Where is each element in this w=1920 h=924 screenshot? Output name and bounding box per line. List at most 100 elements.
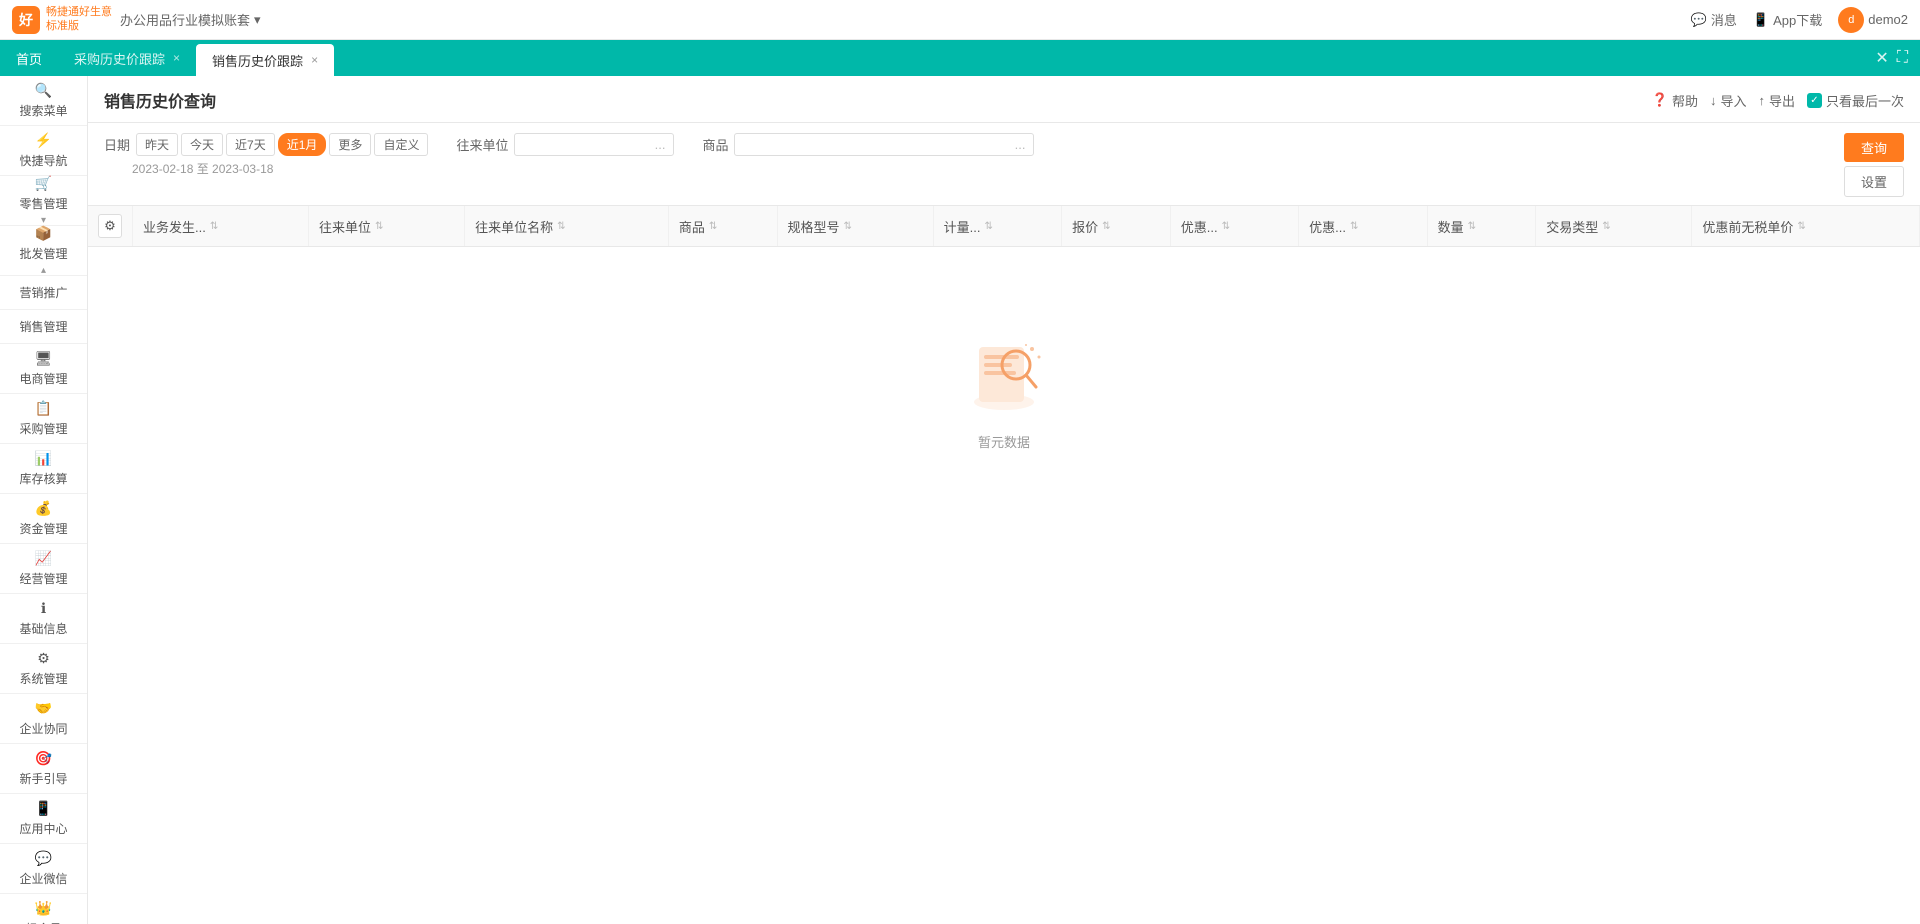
chevron-up-icon: ▴ xyxy=(41,265,46,276)
import-button[interactable]: ↓ 导入 xyxy=(1710,91,1747,110)
source-input[interactable]: ... xyxy=(514,133,674,156)
export-button[interactable]: ↑ 导出 xyxy=(1758,91,1795,110)
date-btn-more[interactable]: 更多 xyxy=(329,133,371,156)
filter-product-group: 商品 ... xyxy=(702,133,1034,156)
sidebar-item-sales[interactable]: 销售管理 xyxy=(0,310,87,344)
retail-icon: 🛒 xyxy=(35,175,52,192)
sort-icon-product[interactable]: ⇅ xyxy=(709,221,717,232)
tab-purchase-history[interactable]: 采购历史价跟踪 × xyxy=(58,40,196,76)
sort-icon-price[interactable]: ⇅ xyxy=(1102,221,1110,232)
sidebar-item-enterprise-wechat[interactable]: 💬 企业微信 xyxy=(0,844,87,894)
date-btn-custom[interactable]: 自定义 xyxy=(374,133,428,156)
help-button[interactable]: ❓ 帮助 xyxy=(1652,91,1698,110)
ecommerce-icon: 🖥 xyxy=(35,350,53,367)
th-product: 商品 ⇅ xyxy=(668,206,777,247)
sort-icon-trade-type[interactable]: ⇅ xyxy=(1602,221,1610,232)
only-last-checkbox[interactable]: ✓ 只看最后一次 xyxy=(1807,91,1904,110)
th-pre-tax-price: 优惠前无税单价 ⇅ xyxy=(1692,206,1920,247)
import-icon: ↓ xyxy=(1710,93,1717,108)
page-actions: ❓ 帮助 ↓ 导入 ↑ 导出 ✓ 只看最后一次 xyxy=(1652,91,1904,110)
sort-icon-quantity[interactable]: ⇅ xyxy=(1468,221,1476,232)
sidebar-item-search[interactable]: 🔍 搜索菜单 xyxy=(0,76,87,126)
empty-text: 暂元数据 xyxy=(978,432,1030,451)
tab-home[interactable]: 首页 xyxy=(0,40,58,76)
page-title: 销售历史价查询 xyxy=(104,88,216,112)
sort-icon-discount2[interactable]: ⇅ xyxy=(1350,221,1358,232)
sidebar-item-beginner[interactable]: 🎯 新手引导 xyxy=(0,744,87,794)
date-range-text: 2023-02-18 至 2023-03-18 xyxy=(132,160,273,177)
sidebar-item-basic-info[interactable]: ℹ 基础信息 xyxy=(0,594,87,644)
tab-close-sales[interactable]: × xyxy=(311,53,318,67)
sidebar-item-member[interactable]: 👑 畅会员 xyxy=(0,894,87,924)
sort-icon-unit-name[interactable]: ⇅ xyxy=(557,221,565,232)
sidebar-item-marketing[interactable]: 营销推广 xyxy=(0,276,87,310)
product-input[interactable]: ... xyxy=(734,133,1034,156)
th-spec: 规格型号 ⇅ xyxy=(777,206,933,247)
checkbox-icon: ✓ xyxy=(1807,93,1822,108)
sidebar-item-quick-nav[interactable]: ⚡ 快捷导航 xyxy=(0,126,87,176)
sort-icon-biz-date[interactable]: ⇅ xyxy=(210,221,218,232)
app-download-button[interactable]: 📱 App下载 xyxy=(1753,10,1822,29)
sort-icon-discount1[interactable]: ⇅ xyxy=(1222,221,1230,232)
tab-close-all-icon[interactable]: ✕ xyxy=(1875,48,1888,68)
empty-state: 暂元数据 xyxy=(88,247,1920,531)
filter-source-group: 往来单位 ... xyxy=(456,133,674,156)
breadcrumb-dropdown[interactable]: 办公用品行业模拟账套 ▾ xyxy=(120,10,261,29)
sidebar-item-app-center[interactable]: 📱 应用中心 xyxy=(0,794,87,844)
basic-info-icon: ℹ xyxy=(41,600,46,617)
main-layout: 🔍 搜索菜单 ⚡ 快捷导航 🛒 零售管理 ▾ 📦 批发管理 ▴ 营销推广 销售管… xyxy=(0,76,1920,924)
message-button[interactable]: 💬 消息 xyxy=(1691,10,1737,29)
filter-date-row: 日期 昨天 今天 近7天 近1月 更多 自定义 xyxy=(104,133,428,156)
tab-bar-actions: ✕ ⛶ xyxy=(1875,48,1920,68)
date-btn-yesterday[interactable]: 昨天 xyxy=(136,133,178,156)
top-bar: 好 畅捷通好生意 标准版 办公用品行业模拟账套 ▾ 💬 消息 📱 App下载 d… xyxy=(0,0,1920,40)
chevron-down-icon: ▾ xyxy=(254,12,261,28)
sidebar-item-purchase[interactable]: 📋 采购管理 xyxy=(0,394,87,444)
message-icon: 💬 xyxy=(1691,12,1707,28)
search-button[interactable]: 查询 xyxy=(1844,133,1904,162)
sidebar-item-wholesale[interactable]: 📦 批发管理 ▴ xyxy=(0,226,87,276)
tab-sales-history[interactable]: 销售历史价跟踪 × xyxy=(196,44,334,76)
th-unit: 计量... ⇅ xyxy=(933,206,1061,247)
help-icon: ❓ xyxy=(1652,92,1668,108)
sidebar-item-system[interactable]: ⚙ 系统管理 xyxy=(0,644,87,694)
sort-icon-unit-code[interactable]: ⇅ xyxy=(375,221,383,232)
quick-nav-icon: ⚡ xyxy=(35,132,52,149)
inventory-icon: 📊 xyxy=(35,450,52,467)
page-header: 销售历史价查询 ❓ 帮助 ↓ 导入 ↑ 导出 ✓ xyxy=(88,76,1920,123)
sidebar-item-operations[interactable]: 📈 经营管理 xyxy=(0,544,87,594)
avatar: d xyxy=(1838,7,1864,33)
date-btn-7days[interactable]: 近7天 xyxy=(226,133,275,156)
filter-actions: 查询 设置 xyxy=(1844,133,1904,197)
column-settings-button[interactable]: ⚙ xyxy=(98,214,122,238)
data-table: ⚙ 业务发生... ⇅ 往来单位 ⇅ xyxy=(88,206,1920,247)
user-menu[interactable]: d demo2 xyxy=(1838,7,1908,33)
sort-icon-unit[interactable]: ⇅ xyxy=(985,221,993,232)
tab-maximize-icon[interactable]: ⛶ xyxy=(1897,49,1908,67)
settings-button[interactable]: 设置 xyxy=(1844,166,1904,197)
tab-close-purchase[interactable]: × xyxy=(173,51,180,65)
logo-text: 畅捷通好生意 标准版 xyxy=(46,6,112,32)
export-icon: ↑ xyxy=(1758,93,1765,108)
sidebar-item-retail[interactable]: 🛒 零售管理 ▾ xyxy=(0,176,87,226)
date-btn-today[interactable]: 今天 xyxy=(181,133,223,156)
sidebar: 🔍 搜索菜单 ⚡ 快捷导航 🛒 零售管理 ▾ 📦 批发管理 ▴ 营销推广 销售管… xyxy=(0,76,88,924)
empty-illustration xyxy=(954,327,1054,420)
date-btn-1month[interactable]: 近1月 xyxy=(278,133,327,156)
source-label: 往来单位 xyxy=(456,135,508,154)
sort-icon-pre-tax-price[interactable]: ⇅ xyxy=(1797,221,1805,232)
sidebar-item-finance[interactable]: 💰 资金管理 xyxy=(0,494,87,544)
wechat-icon: 💬 xyxy=(35,850,52,867)
th-quantity: 数量 ⇅ xyxy=(1427,206,1536,247)
date-label: 日期 xyxy=(104,135,130,154)
collab-icon: 🤝 xyxy=(35,700,52,717)
th-unit-code: 往来单位 ⇅ xyxy=(308,206,464,247)
th-price: 报价 ⇅ xyxy=(1062,206,1171,247)
sidebar-item-ecommerce[interactable]: 🖥 电商管理 xyxy=(0,344,87,394)
sidebar-item-enterprise-collab[interactable]: 🤝 企业协同 xyxy=(0,694,87,744)
sidebar-item-inventory[interactable]: 📊 库存核算 xyxy=(0,444,87,494)
th-discount1: 优惠... ⇅ xyxy=(1170,206,1298,247)
content-area: 销售历史价查询 ❓ 帮助 ↓ 导入 ↑ 导出 ✓ xyxy=(88,76,1920,924)
th-settings: ⚙ xyxy=(88,206,133,247)
sort-icon-spec[interactable]: ⇅ xyxy=(844,221,852,232)
